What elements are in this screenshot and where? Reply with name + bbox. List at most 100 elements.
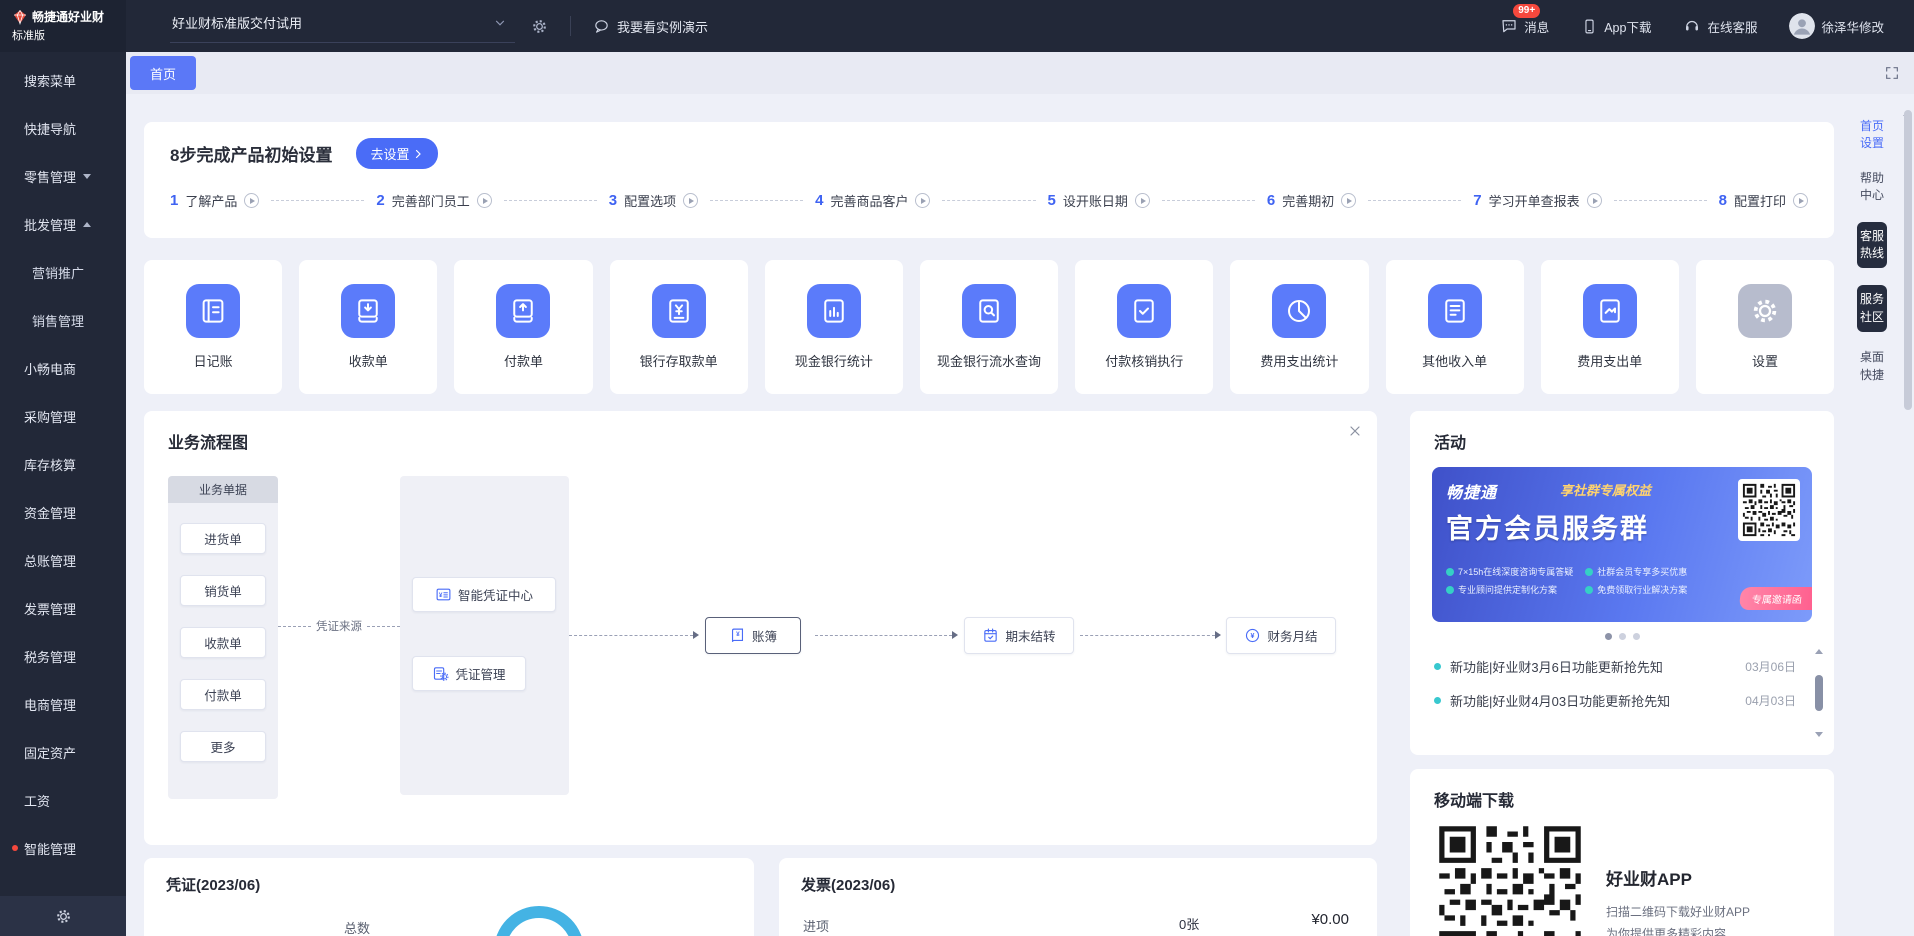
play-icon[interactable] [1792, 193, 1808, 208]
shortcut-expense-stats[interactable]: 费用支出统计 [1230, 260, 1369, 394]
rail-service-community[interactable]: 服务社区 [1857, 285, 1887, 333]
invoice-card-title: 发票(2023/06) [801, 877, 896, 894]
shortcut-cash-stats[interactable]: 现金银行统计 [764, 260, 903, 394]
sidebar-item-label: 销售管理 [32, 313, 85, 329]
setup-step-2[interactable]: 2 完善部门员工 [376, 191, 492, 210]
sidebar-item-search-menu[interactable]: 搜索菜单 [0, 56, 126, 104]
shortcut-payment-writeoff[interactable]: 付款核销执行 [1075, 260, 1214, 394]
rail-help-center[interactable]: 帮助中心 [1858, 170, 1886, 205]
sidebar-item-tax[interactable]: 税务管理 [0, 632, 126, 680]
play-icon[interactable] [915, 193, 931, 208]
arrow-to-monthly-close [1080, 631, 1221, 639]
close-icon[interactable] [1347, 423, 1363, 439]
tab-home[interactable]: 首页 [130, 56, 196, 90]
sidebar-item-fixed-assets[interactable]: 固定资产 [0, 728, 126, 776]
logo-subtitle: 标准版 [12, 30, 45, 42]
chevron-down-icon [495, 20, 505, 26]
business-docs-column: 业务单据 进货单 销货单 收款单 付款单 更多 [168, 476, 278, 799]
sidebar-item-sales[interactable]: 销售管理 [0, 296, 126, 344]
smart-voucher-center-button[interactable]: ¥ 智能凭证中心 [412, 577, 556, 612]
rail-home-settings[interactable]: 首页设置 [1858, 118, 1886, 153]
sidebar-settings-button[interactable] [0, 896, 126, 936]
period-end-button[interactable]: 期末结转 [964, 617, 1074, 654]
receipt-button[interactable]: 收款单 [180, 627, 266, 658]
setup-step-7[interactable]: 7 学习开单查报表 [1473, 191, 1602, 210]
fullscreen-icon[interactable] [1884, 65, 1900, 81]
page-scrollbar[interactable] [1903, 94, 1913, 936]
sidebar-item-ecommerce-mini[interactable]: 小畅电商 [0, 344, 126, 392]
activity-banner[interactable]: 畅捷通 享社群专属权益 官方会员服务群 7×15h在线深度咨询专属答疑 社群会员… [1432, 467, 1812, 622]
purchase-order-button[interactable]: 进货单 [180, 523, 266, 554]
product-selector[interactable]: 好业财标准版交付试用 [170, 9, 515, 43]
sidebar-item-marketing[interactable]: 营销推广 [0, 248, 126, 296]
demo-link[interactable]: 我要看实例演示 [593, 17, 708, 36]
shortcut-bank-deposit[interactable]: 银行存取款单 [609, 260, 748, 394]
sidebar-item-funds[interactable]: 资金管理 [0, 488, 126, 536]
play-icon[interactable] [476, 193, 492, 208]
topbar-settings-gear-icon[interactable] [531, 18, 548, 35]
scroll-down-icon[interactable] [1815, 732, 1823, 737]
sales-order-button[interactable]: 销货单 [180, 575, 266, 606]
scrollbar-thumb[interactable] [1904, 110, 1912, 410]
play-icon[interactable] [683, 193, 699, 208]
setup-step-1[interactable]: 1 了解产品 [170, 191, 260, 210]
carousel-dot[interactable] [1618, 633, 1626, 640]
doc-button-label: 更多 [210, 741, 236, 755]
online-service-button[interactable]: 在线客服 [1683, 17, 1757, 36]
setup-step-4[interactable]: 4 完善商品客户 [815, 191, 931, 210]
setup-step-6[interactable]: 6 完善期初 [1267, 191, 1357, 210]
payment-button[interactable]: 付款单 [180, 679, 266, 710]
sidebar-item-inventory[interactable]: 库存核算 [0, 440, 126, 488]
app-desc-line1: 扫描二维码下载好业财APP [1606, 905, 1751, 919]
sidebar-item-label: 发票管理 [24, 601, 77, 617]
banner-qr-code [1738, 479, 1800, 541]
sidebar-item-invoices[interactable]: 发票管理 [0, 584, 126, 632]
app-qr-code [1434, 821, 1586, 936]
monthly-close-label: 财务月结 [1267, 630, 1318, 644]
sidebar-item-smart-mgmt[interactable]: 智能管理 [0, 824, 126, 872]
shortcut-daily-journal[interactable]: 日记账 [144, 260, 283, 394]
sidebar-item-general-ledger[interactable]: 总账管理 [0, 536, 126, 584]
sidebar-item-ecommerce[interactable]: 电商管理 [0, 680, 126, 728]
setup-step-3[interactable]: 3 配置选项 [609, 191, 699, 210]
carousel-dot[interactable] [1604, 633, 1612, 640]
news-scrollbar[interactable] [1813, 649, 1825, 737]
shortcut-settings[interactable]: 设置 [1695, 260, 1835, 394]
headset-icon [1686, 20, 1699, 31]
play-icon[interactable] [1586, 193, 1602, 208]
messages-button[interactable]: 99+ 消息 [1500, 3, 1549, 36]
news-item[interactable]: 新功能|好业财3月6日功能更新抢先知 03月06日 [1434, 649, 1796, 683]
carousel-dot[interactable] [1632, 633, 1640, 640]
shortcut-payment[interactable]: 付款单 [454, 260, 593, 394]
setup-step-5[interactable]: 5 设开账日期 [1048, 191, 1150, 210]
shortcut-receipt[interactable]: 收款单 [299, 260, 438, 394]
more-button[interactable]: 更多 [180, 731, 266, 762]
play-icon[interactable] [244, 193, 260, 208]
bullet-dot-icon [1446, 567, 1454, 576]
rail-service-hotline[interactable]: 客服热线 [1857, 221, 1887, 269]
sidebar-item-wholesale[interactable]: 批发管理 [0, 200, 126, 248]
scroll-up-icon[interactable] [1815, 649, 1823, 654]
play-icon[interactable] [1134, 193, 1150, 208]
scrollbar-thumb[interactable] [1815, 675, 1823, 711]
sidebar-item-label: 总账管理 [24, 553, 77, 569]
ledger-button[interactable]: ¥ 账簿 [705, 617, 801, 654]
monthly-close-button[interactable]: ¥ 财务月结 [1226, 617, 1336, 654]
setup-step-8[interactable]: 8 配置打印 [1719, 191, 1808, 210]
sidebar-item-purchasing[interactable]: 采购管理 [0, 392, 126, 440]
sidebar-item-quick-nav[interactable]: 快捷导航 [0, 104, 126, 152]
user-menu[interactable]: 徐泽华修改 [1789, 13, 1884, 39]
app-download-button[interactable]: App下载 [1581, 17, 1651, 36]
voucher-management-button[interactable]: 凭证管理 [412, 656, 526, 691]
news-dot-icon [1434, 696, 1441, 704]
sidebar-item-retail[interactable]: 零售管理 [0, 152, 126, 200]
news-item[interactable]: 新功能|好业财4月03日功能更新抢先知 04月03日 [1434, 683, 1796, 717]
app-logo[interactable]: 畅捷通好业财 标准版 [0, 0, 126, 52]
shortcut-expense-doc[interactable]: 费用支出单 [1540, 260, 1679, 394]
play-icon[interactable] [1341, 193, 1357, 208]
shortcut-other-income[interactable]: 其他收入单 [1385, 260, 1524, 394]
rail-desktop-shortcut[interactable]: 桌面快捷 [1858, 349, 1886, 384]
sidebar-item-payroll[interactable]: 工资 [0, 776, 126, 824]
go-setup-button[interactable]: 去设置 [356, 138, 439, 169]
shortcut-cash-flow-query[interactable]: 现金银行流水查询 [919, 260, 1059, 394]
